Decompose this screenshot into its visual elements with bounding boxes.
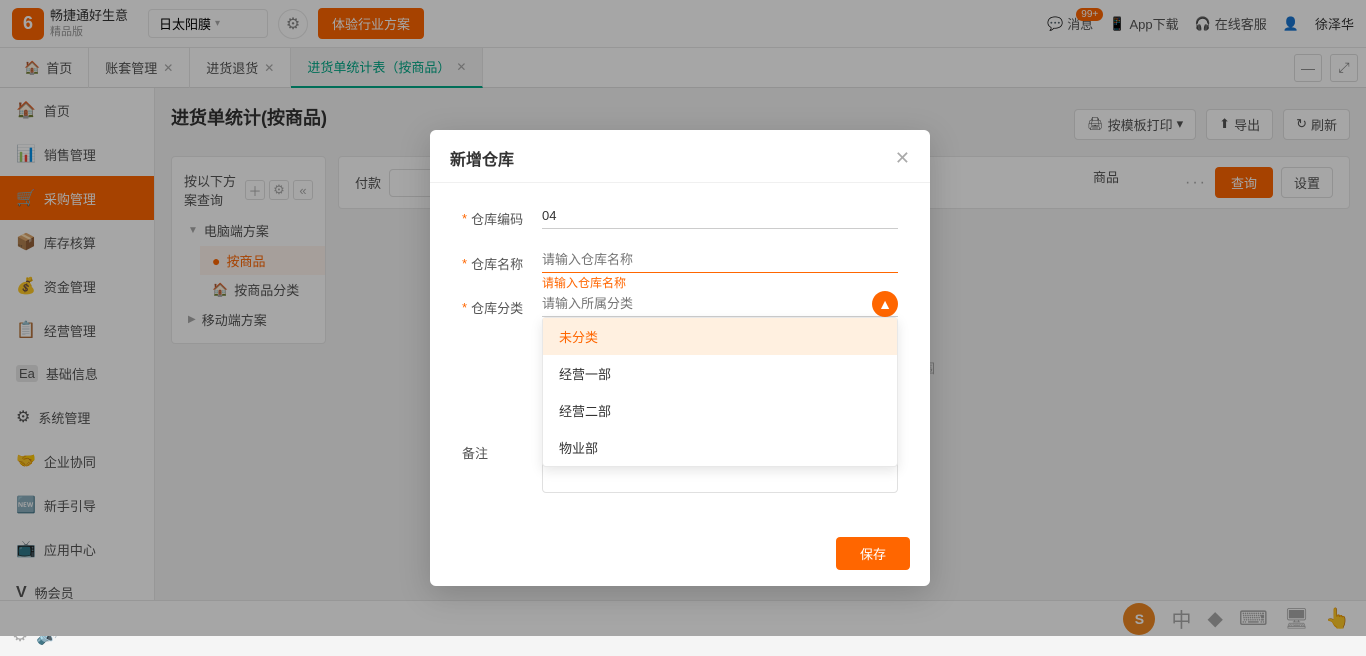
category-select-row: * 仓库分类 ▲ bbox=[462, 291, 898, 317]
dropdown-item-uncategorized[interactable]: 未分类 bbox=[543, 318, 897, 355]
code-label: * 仓库编码 bbox=[462, 203, 542, 228]
dropdown-item-dept1[interactable]: 经营一部 bbox=[543, 355, 897, 392]
form-row-name: * 仓库名称 请输入仓库名称 bbox=[462, 247, 898, 273]
save-button[interactable]: 保存 bbox=[836, 537, 910, 570]
category-input[interactable] bbox=[542, 291, 898, 317]
dialog-body: * 仓库编码 * 仓库名称 请输入仓库名称 * 仓库分类 bbox=[430, 183, 930, 527]
name-label: * 仓库名称 bbox=[462, 247, 542, 273]
dialog-close-button[interactable]: ✕ bbox=[895, 148, 910, 169]
category-dropdown: 未分类 经营一部 经营二部 物业部 bbox=[542, 317, 898, 467]
code-input[interactable] bbox=[542, 203, 898, 229]
name-error-message: 请输入仓库名称 bbox=[542, 274, 626, 291]
category-dropdown-toggle[interactable]: ▲ bbox=[872, 291, 898, 317]
add-warehouse-dialog: 新增仓库 ✕ * 仓库编码 * 仓库名称 请输入仓库名称 bbox=[430, 130, 930, 586]
note-label: 备注 bbox=[462, 437, 542, 462]
dialog-title: 新增仓库 bbox=[450, 146, 514, 170]
name-input[interactable] bbox=[542, 247, 898, 273]
dialog-header: 新增仓库 ✕ bbox=[430, 130, 930, 183]
form-row-code: * 仓库编码 bbox=[462, 203, 898, 229]
form-row-category: * 仓库分类 ▲ 未分类 经营一部 经营二部 物业部 bbox=[462, 291, 898, 317]
dialog-footer: 保存 bbox=[430, 527, 930, 586]
category-input-wrap: ▲ bbox=[542, 291, 898, 317]
dropdown-item-dept2[interactable]: 经营二部 bbox=[543, 392, 897, 429]
category-label: * 仓库分类 bbox=[462, 292, 542, 317]
dropdown-item-dept3[interactable]: 物业部 bbox=[543, 429, 897, 466]
